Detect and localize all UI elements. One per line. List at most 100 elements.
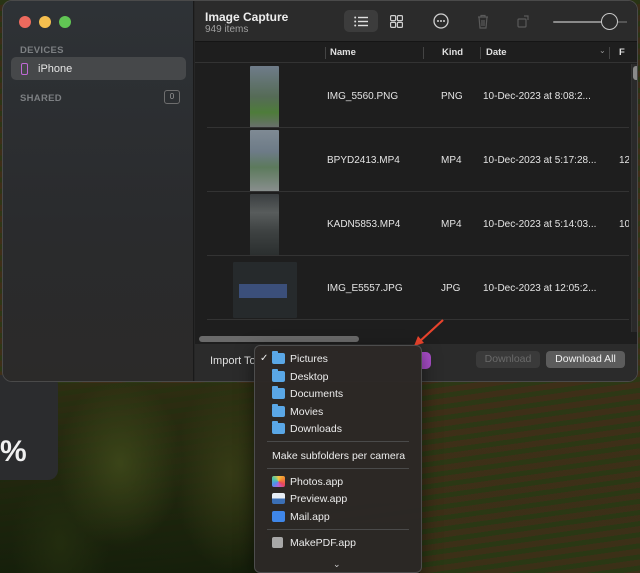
menu-item-label: Preview.app — [290, 492, 348, 505]
column-header: Name Kind Date ⌄ F — [195, 43, 637, 63]
toolbar: Image Capture 949 items — [195, 1, 637, 42]
import-to-popup-edge[interactable] — [422, 352, 431, 369]
download-button[interactable]: Download — [476, 351, 540, 368]
thumbnail — [233, 262, 297, 318]
menu-item-label: Make subfolders per camera — [272, 449, 406, 462]
makepdf-app-icon — [272, 537, 283, 548]
close-button[interactable] — [19, 16, 31, 28]
sidebar-item-iphone[interactable]: iPhone — [11, 57, 186, 80]
menu-item-documents[interactable]: Documents — [255, 385, 421, 402]
sidebar-item-label: iPhone — [38, 62, 73, 75]
file-kind: MP4 — [441, 219, 462, 230]
file-name: IMG_E5557.JPG — [327, 283, 403, 294]
file-kind: MP4 — [441, 155, 462, 166]
window-controls — [19, 16, 71, 28]
minimize-button[interactable] — [39, 16, 51, 28]
menu-item-label: Pictures — [290, 352, 328, 365]
preview-app-icon — [272, 493, 285, 504]
slider-knob[interactable] — [601, 13, 618, 30]
vertical-scroll-thumb[interactable] — [633, 66, 637, 80]
menu-item-pictures[interactable]: ✓ Pictures — [255, 350, 421, 367]
menu-item-mail-app[interactable]: Mail.app — [255, 508, 421, 525]
table-row[interactable]: KADN5853.MP4 MP4 10-Dec-2023 at 5:14:03.… — [195, 192, 629, 256]
zoom-button[interactable] — [59, 16, 71, 28]
menu-item-label: Photos.app — [290, 475, 344, 488]
folder-icon — [272, 351, 285, 364]
sort-chevron-icon: ⌄ — [599, 46, 606, 55]
file-kind: JPG — [441, 283, 461, 294]
thumbnail — [250, 194, 279, 256]
grid-view-button[interactable] — [385, 10, 407, 32]
photos-app-icon — [272, 476, 285, 487]
more-actions-button[interactable] — [430, 10, 452, 32]
table-row[interactable]: BPYD2413.MP4 MP4 10-Dec-2023 at 5:17:28.… — [195, 128, 629, 192]
menu-item-label: Movies — [290, 405, 324, 418]
menu-item-photos-app[interactable]: Photos.app — [255, 473, 421, 490]
folder-icon — [272, 404, 285, 417]
file-date: 10-Dec-2023 at 8:08:2... — [483, 91, 591, 102]
file-name: BPYD2413.MP4 — [327, 155, 400, 166]
annotation-arrow-icon — [414, 319, 444, 346]
hud-percent-text: % — [0, 435, 27, 468]
menu-item-preview-app[interactable]: Preview.app — [255, 490, 421, 507]
menu-item-makepdf-app[interactable]: MakePDF.app — [255, 534, 421, 551]
menu-separator — [267, 441, 409, 442]
column-separator — [609, 47, 610, 59]
menu-item-desktop[interactable]: Desktop — [255, 368, 421, 385]
file-extra: 12 — [619, 155, 629, 166]
list-view-button[interactable] — [344, 10, 378, 32]
iphone-icon — [21, 62, 28, 75]
menu-item-label: Desktop — [290, 370, 329, 383]
devices-section-label: DEVICES — [20, 45, 64, 56]
file-date: 10-Dec-2023 at 5:14:03... — [483, 219, 597, 230]
file-extra: 10 — [619, 219, 629, 230]
shared-count-badge: 0 — [164, 90, 180, 104]
column-date[interactable]: Date — [486, 47, 507, 58]
list-icon — [354, 16, 368, 26]
grid-icon — [389, 14, 403, 28]
rotate-icon — [517, 15, 529, 28]
column-kind[interactable]: Kind — [442, 47, 463, 58]
column-name[interactable]: Name — [330, 47, 356, 58]
menu-separator — [267, 468, 409, 469]
menu-item-label: Documents — [290, 387, 344, 400]
window-title: Image Capture — [205, 10, 289, 24]
mail-app-icon — [272, 511, 285, 522]
column-separator — [480, 47, 481, 59]
column-separator — [423, 47, 424, 59]
rotate-button[interactable] — [513, 10, 535, 32]
image-capture-window: DEVICES iPhone SHARED 0 Image Capture 94… — [2, 0, 638, 382]
delete-button[interactable] — [472, 10, 494, 32]
thumbnail — [250, 130, 279, 192]
sidebar: DEVICES iPhone SHARED 0 — [3, 1, 194, 381]
menu-separator — [267, 529, 409, 530]
file-date: 10-Dec-2023 at 12:05:2... — [483, 283, 597, 294]
menu-item-label: MakePDF.app — [290, 536, 356, 549]
horizontal-scrollbar[interactable] — [199, 336, 359, 342]
trash-icon — [478, 14, 488, 29]
download-all-button[interactable]: Download All — [546, 351, 625, 368]
file-name: IMG_5560.PNG — [327, 91, 399, 102]
checkmark-icon: ✓ — [260, 353, 269, 364]
thumbnail — [250, 66, 279, 128]
file-list: IMG_5560.PNG PNG 10-Dec-2023 at 8:08:2..… — [195, 64, 629, 332]
menu-item-label: Mail.app — [290, 510, 330, 523]
menu-item-downloads[interactable]: Downloads — [255, 420, 421, 437]
file-kind: PNG — [441, 91, 463, 102]
item-count: 949 items — [205, 24, 249, 35]
ellipsis-circle-icon — [433, 13, 449, 29]
table-row[interactable]: IMG_5560.PNG PNG 10-Dec-2023 at 8:08:2..… — [195, 64, 629, 128]
menu-item-label: Downloads — [290, 422, 342, 435]
folder-icon — [272, 421, 285, 434]
table-row[interactable]: IMG_E5557.JPG JPG 10-Dec-2023 at 12:05:2… — [195, 256, 629, 320]
menu-item-movies[interactable]: Movies — [255, 403, 421, 420]
column-separator — [325, 47, 326, 59]
import-to-menu: ✓ Pictures Desktop Documents Movies Down… — [254, 345, 422, 573]
vertical-scrollbar[interactable] — [631, 64, 637, 332]
menu-item-make-subfolders[interactable]: Make subfolders per camera — [255, 447, 421, 464]
scroll-down-chevron-icon[interactable]: ⌄ — [333, 559, 341, 570]
file-name: KADN5853.MP4 — [327, 219, 401, 230]
folder-icon — [272, 386, 285, 399]
file-date: 10-Dec-2023 at 5:17:28... — [483, 155, 597, 166]
column-extra[interactable]: F — [619, 47, 625, 58]
